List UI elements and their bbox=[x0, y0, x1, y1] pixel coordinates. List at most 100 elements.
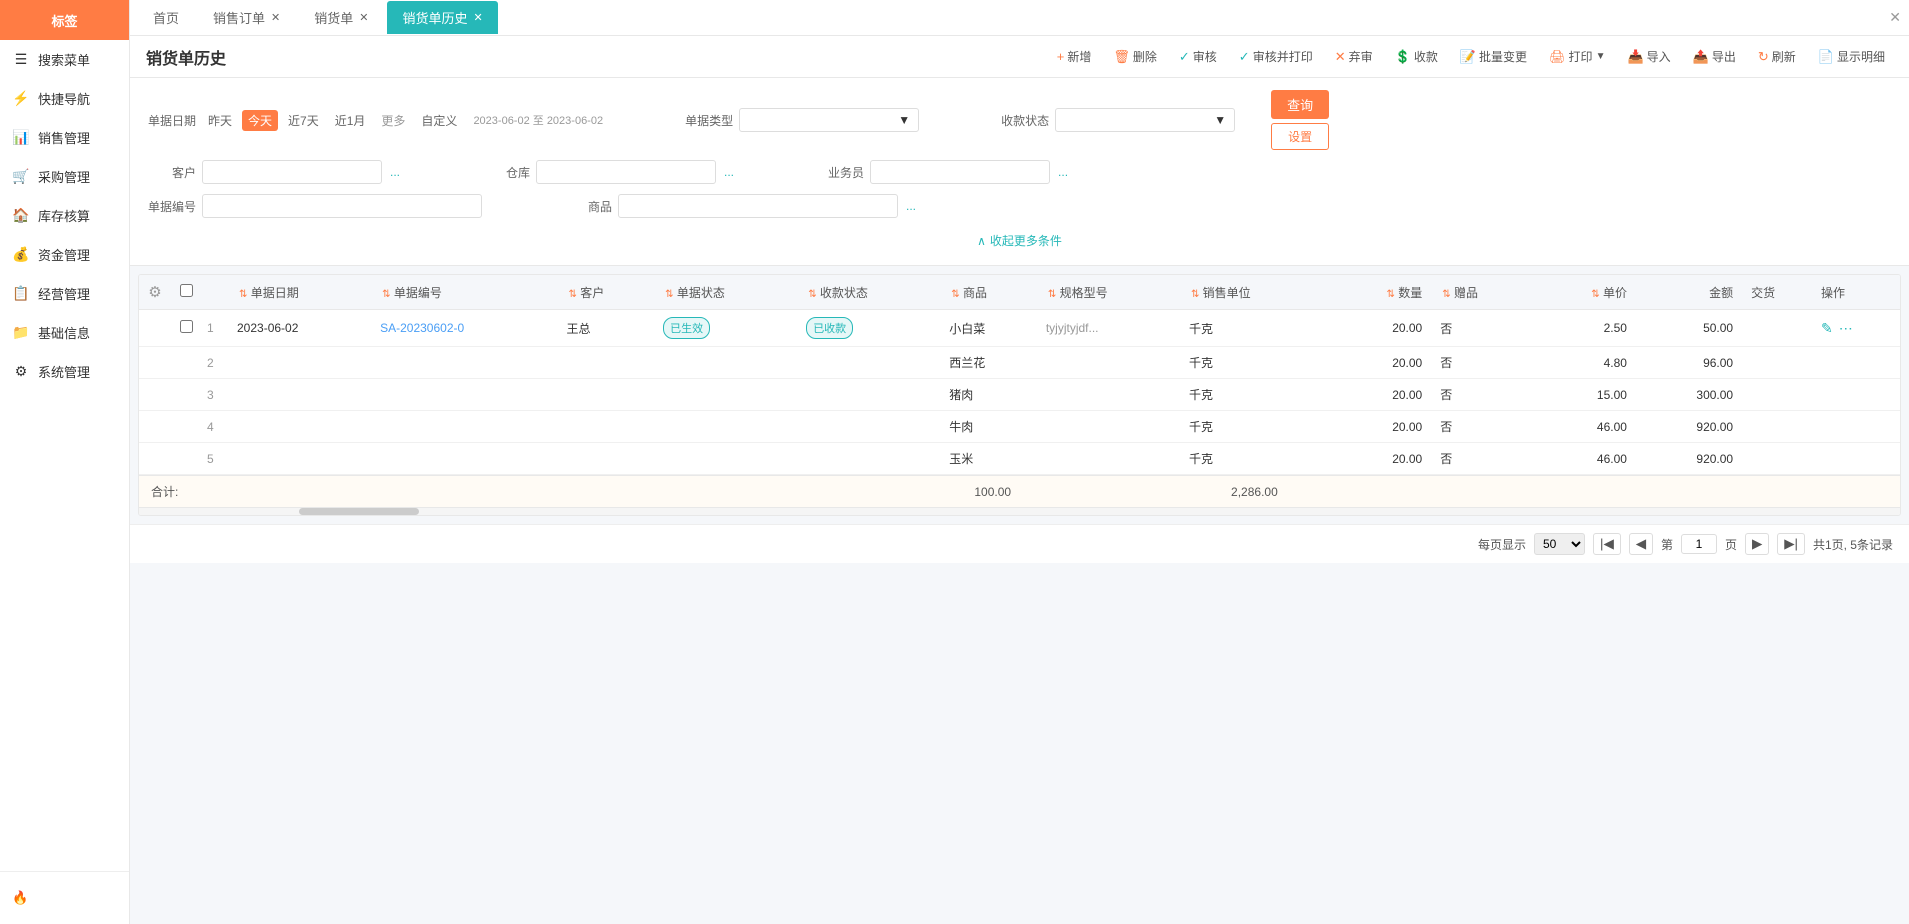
refresh-button[interactable]: ↻ 刷新 bbox=[1750, 44, 1804, 69]
sort-icon-doc-status: ⇅ bbox=[665, 289, 673, 300]
scrollbar-thumb[interactable] bbox=[299, 508, 419, 515]
prev-page-btn[interactable]: ◀ bbox=[1629, 533, 1653, 555]
col-doc-status[interactable]: ⇅ 单据状态 bbox=[657, 275, 800, 310]
warehouse-input[interactable] bbox=[536, 160, 716, 184]
btn-today[interactable]: 今天 bbox=[242, 110, 278, 131]
collapse-button[interactable]: ∧ 收起更多条件 bbox=[973, 228, 1066, 253]
tab-sales-order[interactable]: 销售订单 ✕ bbox=[198, 1, 295, 34]
print-button[interactable]: 🖨 打印 ▼ bbox=[1541, 44, 1613, 69]
tab-close-sales-order[interactable]: ✕ bbox=[271, 11, 280, 24]
customer-dots-btn[interactable]: ... bbox=[390, 165, 400, 179]
cell-goods: 小白菜 bbox=[943, 310, 1040, 347]
cell-pay-status: 已收款 bbox=[800, 310, 943, 347]
search-menu-icon: ☰ bbox=[12, 51, 30, 69]
query-button[interactable]: 查询 bbox=[1271, 90, 1329, 119]
more-op-btn[interactable]: ⋯ bbox=[1839, 320, 1853, 337]
salesperson-dots-btn[interactable]: ... bbox=[1058, 165, 1068, 179]
first-page-btn[interactable]: |◀ bbox=[1593, 533, 1621, 555]
horizontal-scrollbar[interactable] bbox=[139, 507, 1900, 515]
col-goods[interactable]: ⇅ 商品 bbox=[943, 275, 1040, 310]
sidebar-bottom-btn1[interactable]: 🔥 bbox=[0, 880, 129, 916]
col-doc-date[interactable]: ⇅ 单据日期 bbox=[231, 275, 374, 310]
filter-salesperson: 业务员 ... bbox=[814, 160, 1068, 184]
sort-icon-doc-date: ⇅ bbox=[239, 289, 247, 300]
cell-doc-status bbox=[657, 443, 800, 475]
collect-button[interactable]: 💲 收款 bbox=[1387, 44, 1446, 69]
cell-row-num: 1 bbox=[201, 310, 231, 347]
btn-1month[interactable]: 近1月 bbox=[329, 110, 372, 131]
sidebar-item-quick-nav[interactable]: ⚡ 快捷导航 bbox=[0, 79, 129, 118]
edit-op-btn[interactable]: ✎ bbox=[1821, 320, 1833, 337]
summary-totals: 100.00 2,286.00 bbox=[194, 485, 1277, 499]
sidebar-item-sales-mgmt[interactable]: 📊 销售管理 bbox=[0, 118, 129, 157]
btn-more[interactable]: 更多 bbox=[375, 110, 411, 131]
btn-7days[interactable]: 近7天 bbox=[282, 110, 325, 131]
row-checkbox[interactable] bbox=[180, 320, 193, 333]
btn-yesterday[interactable]: 昨天 bbox=[202, 110, 238, 131]
sidebar-item-operation-mgmt[interactable]: 📋 经营管理 bbox=[0, 274, 129, 313]
doc-num-input[interactable] bbox=[202, 194, 482, 218]
select-all-checkbox[interactable] bbox=[180, 284, 193, 297]
sidebar-item-basic-info[interactable]: 📁 基础信息 bbox=[0, 313, 129, 352]
col-sales-unit[interactable]: ⇅ 销售单位 bbox=[1183, 275, 1326, 310]
sort-icon-pay-status: ⇅ bbox=[808, 289, 816, 300]
col-pay-status[interactable]: ⇅ 收款状态 bbox=[800, 275, 943, 310]
cell-unit-price: 46.00 bbox=[1531, 411, 1639, 443]
col-doc-num[interactable]: ⇅ 单据编号 bbox=[374, 275, 560, 310]
page-num-input[interactable] bbox=[1681, 534, 1717, 554]
batch-change-button[interactable]: 📝 批量变更 bbox=[1452, 44, 1535, 69]
doc-num-link[interactable]: SA-20230602-0 bbox=[380, 321, 464, 335]
cell-doc-date bbox=[231, 443, 374, 475]
salesperson-input[interactable] bbox=[870, 160, 1050, 184]
import-icon: 📥 bbox=[1627, 49, 1643, 65]
btn-custom[interactable]: 自定义 bbox=[415, 110, 463, 131]
cell-pay-status bbox=[800, 347, 943, 379]
goods-label: 商品 bbox=[562, 198, 612, 215]
sidebar-item-search-menu[interactable]: ☰ 搜索菜单 bbox=[0, 40, 129, 79]
cell-sales-unit: 千克 bbox=[1183, 379, 1326, 411]
last-page-btn[interactable]: ▶| bbox=[1777, 533, 1805, 555]
cell-qty: 20.00 bbox=[1326, 411, 1434, 443]
new-button[interactable]: + 新增 bbox=[1049, 44, 1100, 69]
audit-print-button[interactable]: ✓ 审核并打印 bbox=[1231, 44, 1321, 69]
delete-button[interactable]: 🗑 删除 bbox=[1105, 44, 1165, 69]
sidebar-item-label: 基础信息 bbox=[38, 323, 90, 342]
col-gift[interactable]: ⇅ 赠品 bbox=[1434, 275, 1531, 310]
col-qty[interactable]: ⇅ 数量 bbox=[1326, 275, 1434, 310]
abandon-button[interactable]: ✕ 弃审 bbox=[1327, 44, 1381, 69]
tab-close-sales-history[interactable]: ✕ bbox=[474, 11, 483, 24]
show-detail-button[interactable]: 📄 显示明细 bbox=[1810, 44, 1893, 69]
set-button[interactable]: 设置 bbox=[1271, 123, 1329, 150]
warehouse-dots-btn[interactable]: ... bbox=[724, 165, 734, 179]
sidebar-item-inventory-calc[interactable]: 🏠 库存核算 bbox=[0, 196, 129, 235]
salesperson-label: 业务员 bbox=[814, 164, 864, 181]
goods-dots-btn[interactable]: ... bbox=[906, 199, 916, 213]
tab-bar: 首页 销售订单 ✕ 销货单 ✕ 销货单历史 ✕ ✕ bbox=[130, 0, 1909, 36]
page-size-select[interactable]: 50 100 bbox=[1534, 533, 1585, 555]
tab-sales-history[interactable]: 销货单历史 ✕ bbox=[387, 1, 497, 34]
goods-input[interactable] bbox=[618, 194, 898, 218]
cell-spec bbox=[1040, 443, 1183, 475]
pay-status-select[interactable]: ▼ bbox=[1055, 108, 1235, 132]
audit-button[interactable]: ✓ 审核 bbox=[1171, 44, 1225, 69]
export-button[interactable]: 📤 导出 bbox=[1685, 44, 1744, 69]
tab-close-sales-goods[interactable]: ✕ bbox=[359, 11, 368, 24]
next-page-btn[interactable]: ▶ bbox=[1745, 533, 1769, 555]
col-customer[interactable]: ⇅ 客户 bbox=[561, 275, 658, 310]
import-button[interactable]: 📥 导入 bbox=[1619, 44, 1678, 69]
sidebar-item-system-mgmt[interactable]: ⚙ 系统管理 bbox=[0, 352, 129, 391]
sidebar-item-purchase-mgmt[interactable]: 🛒 采购管理 bbox=[0, 157, 129, 196]
col-unit-price[interactable]: ⇅ 单价 bbox=[1531, 275, 1639, 310]
col-spec[interactable]: ⇅ 规格型号 bbox=[1040, 275, 1183, 310]
gear-icon[interactable]: ⚙ bbox=[148, 284, 161, 301]
sidebar-item-fund-mgmt[interactable]: 💰 资金管理 bbox=[0, 235, 129, 274]
tab-home[interactable]: 首页 bbox=[138, 1, 194, 34]
sidebar-item-label: 采购管理 bbox=[38, 167, 90, 186]
tab-close-all-btn[interactable]: ✕ bbox=[1889, 9, 1901, 26]
tab-sales-goods[interactable]: 销货单 ✕ bbox=[299, 1, 383, 34]
doc-type-select[interactable]: ▼ bbox=[739, 108, 919, 132]
cell-checkbox bbox=[171, 310, 201, 347]
table-row: 5 玉米 千克 20.00 否 46.00 920.00 bbox=[139, 443, 1900, 475]
quick-nav-icon: ⚡ bbox=[12, 90, 30, 108]
customer-input[interactable] bbox=[202, 160, 382, 184]
